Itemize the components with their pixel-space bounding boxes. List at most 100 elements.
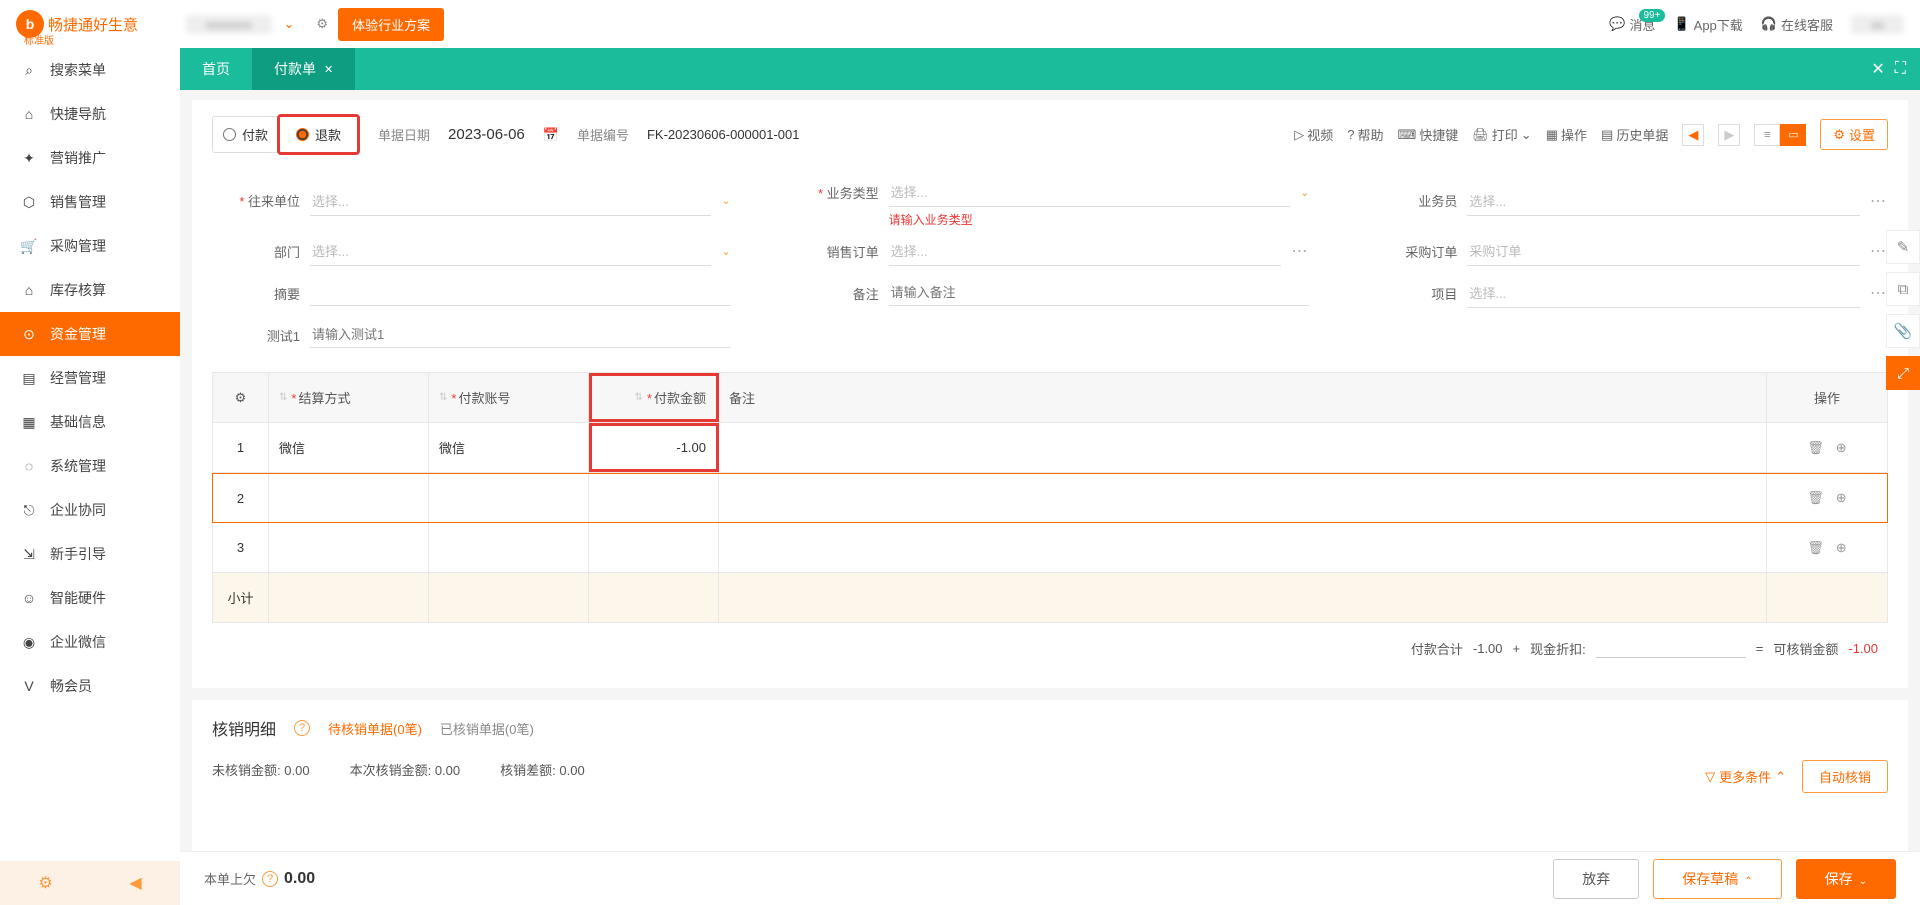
sidebar-item-10[interactable]: ⎋ 企业协同 — [0, 488, 180, 532]
rail-expand-icon[interactable]: ⤢ — [1886, 356, 1920, 390]
chevron-down-icon[interactable]: ⌄ — [721, 194, 730, 207]
help-link[interactable]: ? 帮助 — [1347, 125, 1383, 144]
project-select[interactable]: 选择... — [1467, 278, 1860, 308]
clerk-select[interactable]: 选择... — [1467, 186, 1860, 216]
sidebar-item-5[interactable]: ⌂库存核算 — [0, 268, 180, 312]
sidebar-icon: ▤ — [20, 370, 38, 387]
note-input[interactable] — [889, 280, 1310, 306]
gear-icon[interactable]: ⚙ — [316, 16, 328, 32]
sidebar-item-label: 企业协同 — [50, 500, 106, 520]
prev-doc-button[interactable]: ◀ — [1682, 124, 1704, 146]
sidebar-item-label: 新手引导 — [50, 544, 106, 564]
print-link[interactable]: 🖨 打印 ⌄ — [1472, 125, 1531, 144]
radio-pay[interactable]: 付款 — [212, 116, 279, 153]
more-icon[interactable]: ⋯ — [1291, 241, 1309, 261]
fullscreen-icon[interactable]: ⛶ — [1895, 60, 1906, 78]
view-card[interactable]: ▭ — [1780, 124, 1806, 146]
more-conditions[interactable]: ▽更多条件 ⌃ — [1705, 767, 1786, 786]
info-icon[interactable]: ? — [262, 871, 278, 887]
sidebar-item-12[interactable]: ☺智能硬件 — [0, 576, 180, 620]
add-row-icon[interactable]: ⊕ — [1836, 540, 1847, 556]
sidebar-item-2[interactable]: ✦营销推广 — [0, 136, 180, 180]
vendor-select[interactable]: 选择... — [310, 186, 711, 216]
app-download-link[interactable]: 📱 App下载 — [1673, 15, 1742, 34]
delete-icon[interactable]: 🗑 — [1807, 490, 1824, 506]
messages-link[interactable]: 💬 消息 99+ — [1609, 15, 1655, 34]
calendar-icon[interactable]: 📅 — [543, 127, 559, 143]
sidebar-item-11[interactable]: ⇲新手引导 — [0, 532, 180, 576]
gear-icon: ⚙ — [1833, 127, 1845, 143]
dept-select[interactable]: 选择... — [310, 236, 711, 266]
sidebar-item-6[interactable]: ⊙资金管理 — [0, 312, 180, 356]
tenant-selector-blur[interactable]: xxxxxxx — [186, 15, 272, 34]
table-row[interactable]: 3🗑⊕ — [212, 523, 1888, 573]
sidebar-item-14[interactable]: V畅会员 — [0, 664, 180, 708]
abandon-button[interactable]: 放弃 — [1553, 859, 1639, 899]
save-draft-button[interactable]: 保存草稿⌃ — [1653, 859, 1781, 899]
amount-cell[interactable]: -1.00 — [589, 423, 719, 472]
table-row[interactable]: 1微信微信-1.00🗑⊕ — [212, 423, 1888, 473]
settings-button[interactable]: ⚙设置 — [1820, 119, 1888, 150]
sidebar-icon: ⌂ — [20, 106, 38, 122]
tab-payment[interactable]: 付款单 ✕ — [252, 48, 355, 90]
delete-icon[interactable]: 🗑 — [1807, 540, 1824, 556]
radio-refund[interactable]: 退款 — [288, 123, 349, 146]
chevron-down-icon[interactable]: ⌄ — [721, 245, 730, 258]
highlight-refund: 退款 — [277, 114, 360, 155]
video-link[interactable]: ▷ 视频 — [1294, 125, 1333, 144]
next-doc-button[interactable]: ▶ — [1718, 124, 1740, 146]
more-icon[interactable]: ⋯ — [1870, 191, 1888, 211]
tab-pending[interactable]: 待核销单据(0笔) — [328, 719, 422, 738]
subtotal-row: 小计 — [212, 573, 1888, 623]
add-row-icon[interactable]: ⊕ — [1836, 490, 1847, 506]
close-all-icon[interactable]: ✕ — [1871, 59, 1884, 79]
trial-button[interactable]: 体验行业方案 — [338, 8, 444, 41]
info-icon[interactable]: ? — [294, 720, 310, 736]
save-button[interactable]: 保存⌄ — [1796, 859, 1896, 899]
main: 首页 付款单 ✕ ✕ ⛶ 付款 退款 — [180, 48, 1920, 905]
purchase-order-select[interactable]: 采购订单 — [1467, 236, 1860, 266]
amount-cell[interactable] — [589, 474, 719, 522]
collapse-icon[interactable]: ◀ — [129, 873, 141, 893]
rail-attach-icon[interactable]: 📎 — [1886, 314, 1920, 348]
add-row-icon[interactable]: ⊕ — [1836, 440, 1847, 456]
tab-done[interactable]: 已核销单据(0笔) — [440, 719, 534, 738]
date-value[interactable]: 2023-06-06 — [448, 126, 525, 143]
phone-icon: 📱 — [1673, 16, 1689, 32]
sidebar-item-1[interactable]: ⌂快捷导航 — [0, 92, 180, 136]
auto-writeoff-button[interactable]: 自动核销 — [1802, 760, 1888, 793]
sidebar-item-label: 智能硬件 — [50, 588, 106, 608]
summary-input[interactable] — [310, 280, 731, 306]
history-link[interactable]: ▤ 历史单据 — [1601, 125, 1668, 144]
sales-order-select[interactable]: 选择... — [889, 236, 1282, 266]
tab-home[interactable]: 首页 — [180, 48, 252, 90]
chevron-down-icon[interactable]: ⌄ — [284, 16, 295, 32]
rail-copy-icon[interactable]: ⧉ — [1886, 272, 1920, 306]
user-avatar-blur[interactable]: xx — [1851, 15, 1904, 34]
gear-column[interactable]: ⚙ — [213, 373, 269, 422]
amount-cell[interactable] — [589, 523, 719, 572]
chevron-down-icon[interactable]: ⌄ — [1300, 186, 1309, 199]
sidebar-item-9[interactable]: ◌系统管理 — [0, 444, 180, 488]
support-link[interactable]: 🎧 在线客服 — [1761, 15, 1833, 34]
sidebar-item-8[interactable]: ▦基础信息 — [0, 400, 180, 444]
test1-input[interactable] — [310, 322, 730, 348]
rail-note-icon[interactable]: ✎ — [1886, 230, 1920, 264]
view-list[interactable]: ≡ — [1754, 124, 1780, 146]
close-icon[interactable]: ✕ — [324, 63, 333, 76]
sidebar-item-0[interactable]: ⌕搜索菜单 — [0, 48, 180, 92]
table-row[interactable]: 2🗑⊕ — [212, 473, 1888, 523]
topbar-right: 💬 消息 99+ 📱 App下载 🎧 在线客服 xx — [1609, 15, 1904, 34]
sidebar-item-7[interactable]: ▤经营管理 — [0, 356, 180, 400]
delete-icon[interactable]: 🗑 — [1807, 440, 1824, 456]
sidebar-item-3[interactable]: ⬡销售管理 — [0, 180, 180, 224]
sidebar-icon: ⎋ — [20, 502, 38, 519]
ops-link[interactable]: ▦ 操作 — [1546, 125, 1587, 144]
brand-name: 畅捷通好生意 — [48, 14, 138, 35]
sidebar-item-4[interactable]: 🛒采购管理 — [0, 224, 180, 268]
discount-input[interactable] — [1596, 640, 1746, 658]
gear-icon[interactable]: ⚙ — [38, 873, 52, 893]
sidebar-item-13[interactable]: ◉企业微信 — [0, 620, 180, 664]
shortcut-link[interactable]: ⌨ 快捷键 — [1397, 125, 1458, 144]
biztype-select[interactable]: 选择... — [889, 177, 1290, 207]
